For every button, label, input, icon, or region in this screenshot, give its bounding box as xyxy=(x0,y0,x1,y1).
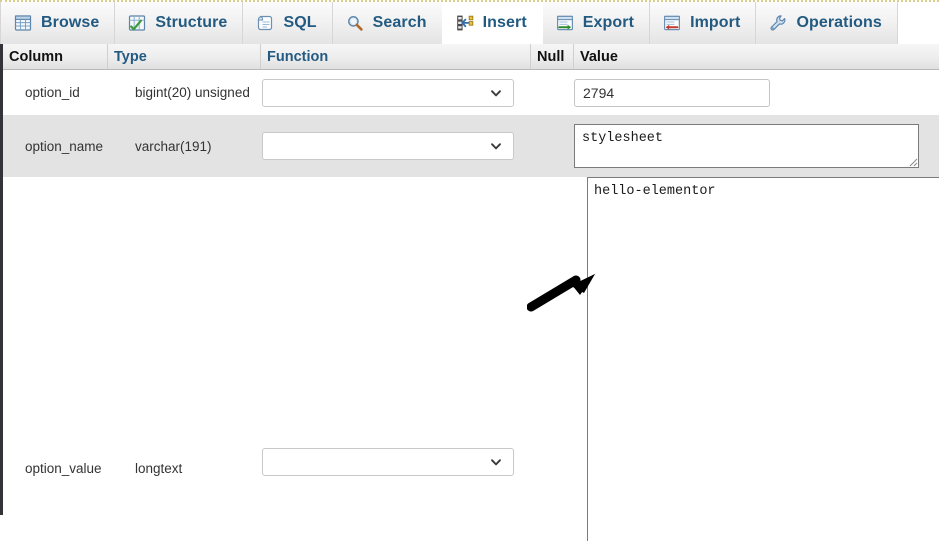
value-cell xyxy=(574,70,939,115)
value-textarea-option_value[interactable]: hello-elementor xyxy=(587,177,939,541)
wrench-icon xyxy=(769,14,787,32)
chevron-down-icon xyxy=(491,459,501,466)
null-cell xyxy=(531,115,574,177)
tab-label: Structure xyxy=(155,14,228,31)
table-row: option_id bigint(20) unsigned xyxy=(3,70,939,115)
export-icon xyxy=(556,14,574,32)
tab-sql[interactable]: SQL xyxy=(243,2,333,44)
tab-import[interactable]: Import xyxy=(650,2,757,44)
tab-browse[interactable]: Browse xyxy=(0,2,116,44)
row-column-type: longtext xyxy=(135,461,183,476)
phpmyadmin-tab-bar: Browse Structure SQL Search Insert Export Impo… xyxy=(0,0,939,44)
table-row: option_name varchar(191) stylesheet xyxy=(3,115,939,177)
import-icon xyxy=(663,14,681,32)
tab-structure[interactable]: Structure xyxy=(115,2,244,44)
tab-label: SQL xyxy=(283,14,317,31)
tab-label: Operations xyxy=(796,14,882,31)
table-row: option_value longtext hello-elementor xyxy=(3,177,939,541)
sql-scroll-icon xyxy=(256,14,274,32)
null-cell xyxy=(531,70,574,115)
function-cell xyxy=(261,177,531,541)
function-select-option_value[interactable] xyxy=(262,448,514,476)
row-column-type: varchar(191) xyxy=(135,138,212,154)
chevron-down-icon xyxy=(491,89,501,96)
row-column-name: option_id xyxy=(25,85,80,100)
header-function[interactable]: Function xyxy=(261,44,531,69)
row-column-name: option_name xyxy=(25,138,104,154)
tab-label: Export xyxy=(582,14,635,31)
header-null: Null xyxy=(531,44,574,69)
value-textarea-option_name[interactable]: stylesheet xyxy=(574,124,919,168)
insert-row-icon xyxy=(456,14,474,32)
table-header-row: Column Type Function Null Value xyxy=(3,44,939,70)
tab-label: Import xyxy=(690,14,741,31)
tab-search[interactable]: Search xyxy=(332,2,443,44)
tab-operations[interactable]: Operations xyxy=(756,2,898,44)
header-column: Column xyxy=(3,44,108,69)
function-select-option_id[interactable] xyxy=(262,78,514,107)
header-type[interactable]: Type xyxy=(108,44,261,69)
function-cell xyxy=(261,115,531,177)
chevron-down-icon xyxy=(491,143,501,150)
tab-label: Browse xyxy=(41,14,100,31)
row-column-type: bigint(20) unsigned xyxy=(135,85,250,100)
tab-export[interactable]: Export xyxy=(542,2,651,44)
structure-icon xyxy=(128,14,146,32)
function-cell xyxy=(261,70,531,115)
row-column-name: option_value xyxy=(25,461,102,476)
magnifier-icon xyxy=(346,14,364,32)
null-cell xyxy=(531,177,574,541)
value-input-option_id[interactable] xyxy=(574,78,770,107)
browse-table-icon xyxy=(14,14,32,32)
tab-label: Search xyxy=(372,14,427,31)
tab-label: Insert xyxy=(482,14,527,31)
function-select-option_name[interactable] xyxy=(262,132,514,160)
value-cell: stylesheet xyxy=(574,115,939,177)
tab-insert[interactable]: Insert xyxy=(441,2,543,44)
insert-form-table: Column Type Function Null Value option_i… xyxy=(0,44,939,541)
header-value: Value xyxy=(580,48,618,65)
value-textarea-wrap-option_name: stylesheet xyxy=(574,124,919,168)
value-textarea-wrap-option_value: hello-elementor xyxy=(587,177,939,541)
